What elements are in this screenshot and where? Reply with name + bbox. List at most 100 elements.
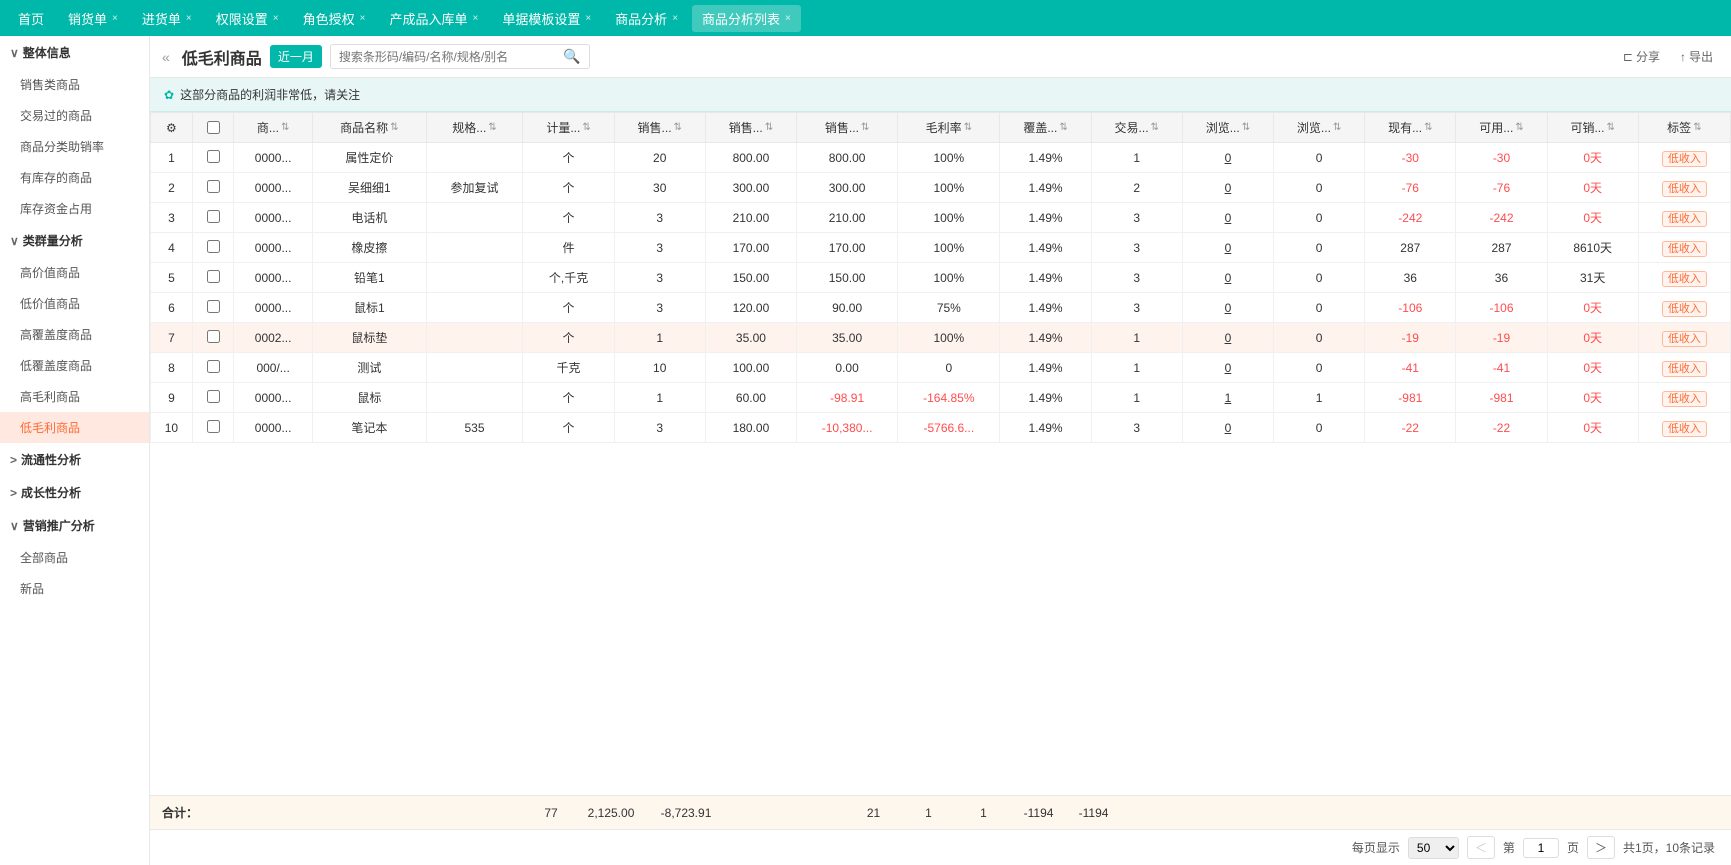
table-cell-check[interactable] <box>192 263 233 293</box>
table-cell-check[interactable] <box>192 353 233 383</box>
col-header-settings[interactable]: ⚙ <box>151 113 193 143</box>
col-header-sales_qty[interactable]: 销售...⇅ <box>614 113 705 143</box>
table-cell-check[interactable] <box>192 383 233 413</box>
table-cell-views1[interactable]: 0 <box>1182 143 1273 173</box>
table-cell-views1[interactable]: 0 <box>1182 323 1273 353</box>
col-header-views2[interactable]: 浏览...⇅ <box>1274 113 1365 143</box>
sidebar-group-成长性分析[interactable]: >成长性分析 <box>0 476 149 509</box>
sidebar-item-商品分类助销率[interactable]: 商品分类助销率 <box>0 131 149 162</box>
sidebar-item-低覆盖度商品[interactable]: 低覆盖度商品 <box>0 350 149 381</box>
table-cell-views1[interactable]: 0 <box>1182 173 1273 203</box>
sidebar-item-交易过的商品[interactable]: 交易过的商品 <box>0 100 149 131</box>
sidebar-item-新品[interactable]: 新品 <box>0 573 149 604</box>
sort-icon-saleable[interactable]: ⇅ <box>1606 122 1614 133</box>
views-link[interactable]: 1 <box>1225 391 1232 405</box>
collapse-sidebar-btn[interactable]: « <box>162 49 170 65</box>
table-cell-check[interactable] <box>192 293 233 323</box>
views-link[interactable]: 0 <box>1225 271 1232 285</box>
sidebar-item-有库存的商品[interactable]: 有库存的商品 <box>0 162 149 193</box>
col-header-available[interactable]: 可用...⇅ <box>1456 113 1547 143</box>
nav-item-角色授权[interactable]: 角色授权× <box>293 5 376 32</box>
views-link[interactable]: 0 <box>1225 331 1232 345</box>
table-cell-views1[interactable]: 0 <box>1182 293 1273 323</box>
sidebar-item-高覆盖度商品[interactable]: 高覆盖度商品 <box>0 319 149 350</box>
col-header-saleable[interactable]: 可销...⇅ <box>1547 113 1638 143</box>
nav-close-icon[interactable]: × <box>585 13 591 24</box>
col-header-trade[interactable]: 交易...⇅ <box>1091 113 1182 143</box>
sort-icon-code[interactable]: ⇅ <box>281 122 289 133</box>
col-header-name[interactable]: 商品名称⇅ <box>313 113 426 143</box>
nav-close-icon[interactable]: × <box>112 13 118 24</box>
row-checkbox[interactable] <box>207 240 220 253</box>
row-checkbox[interactable] <box>207 390 220 403</box>
nav-item-单据模板设置[interactable]: 单据模板设置× <box>492 5 601 32</box>
nav-item-销货单[interactable]: 销货单× <box>58 5 128 32</box>
sort-icon-sales_amount[interactable]: ⇅ <box>765 122 773 133</box>
col-header-current_stock[interactable]: 现有...⇅ <box>1365 113 1456 143</box>
sort-icon-sales_profit[interactable]: ⇅ <box>861 122 869 133</box>
row-checkbox[interactable] <box>207 270 220 283</box>
next-page-button[interactable]: ＞ <box>1587 836 1615 859</box>
table-cell-check[interactable] <box>192 323 233 353</box>
sidebar-group-整体信息[interactable]: ∨整体信息 <box>0 36 149 69</box>
sidebar-item-库存资金占用[interactable]: 库存资金占用 <box>0 193 149 224</box>
sidebar-item-销售类商品[interactable]: 销售类商品 <box>0 69 149 100</box>
table-cell-views1[interactable]: 0 <box>1182 353 1273 383</box>
nav-close-icon[interactable]: × <box>186 13 192 24</box>
col-header-check[interactable] <box>192 113 233 143</box>
nav-item-权限设置[interactable]: 权限设置× <box>206 5 289 32</box>
row-checkbox[interactable] <box>207 300 220 313</box>
table-cell-check[interactable] <box>192 233 233 263</box>
row-checkbox[interactable] <box>207 360 220 373</box>
col-header-gross_rate[interactable]: 毛利率⇅ <box>898 113 1000 143</box>
row-checkbox[interactable] <box>207 330 220 343</box>
sidebar-group-类群量分析[interactable]: ∨类群量分析 <box>0 224 149 257</box>
page-number-input[interactable] <box>1523 838 1559 858</box>
col-header-unit[interactable]: 计量...⇅ <box>523 113 614 143</box>
export-button[interactable]: ↑ 导出 <box>1674 45 1719 68</box>
share-button[interactable]: ⊏ 分享 <box>1617 45 1666 68</box>
sidebar-item-全部商品[interactable]: 全部商品 <box>0 542 149 573</box>
row-checkbox[interactable] <box>207 150 220 163</box>
sort-icon-available[interactable]: ⇅ <box>1515 122 1523 133</box>
sidebar-group-流通性分析[interactable]: >流通性分析 <box>0 443 149 476</box>
sort-icon-views2[interactable]: ⇅ <box>1333 122 1341 133</box>
views-link[interactable]: 0 <box>1225 241 1232 255</box>
col-header-sales_amount[interactable]: 销售...⇅ <box>705 113 796 143</box>
col-header-tag[interactable]: 标签⇅ <box>1638 113 1730 143</box>
views-link[interactable]: 0 <box>1225 361 1232 375</box>
col-header-sales_profit[interactable]: 销售...⇅ <box>797 113 898 143</box>
views-link[interactable]: 0 <box>1225 211 1232 225</box>
table-cell-views1[interactable]: 0 <box>1182 413 1273 443</box>
sort-icon-trade[interactable]: ⇅ <box>1151 122 1159 133</box>
col-header-views1[interactable]: 浏览...⇅ <box>1182 113 1273 143</box>
table-cell-check[interactable] <box>192 203 233 233</box>
page-size-select[interactable]: 50 100 <box>1408 837 1459 859</box>
col-header-spec[interactable]: 规格...⇅ <box>426 113 523 143</box>
prev-page-button[interactable]: ＜ <box>1467 836 1495 859</box>
select-all-checkbox[interactable] <box>207 121 220 134</box>
sort-icon-coverage[interactable]: ⇅ <box>1059 122 1067 133</box>
nav-close-icon[interactable]: × <box>472 13 478 24</box>
sort-icon-sales_qty[interactable]: ⇅ <box>674 122 682 133</box>
nav-close-icon[interactable]: × <box>360 13 366 24</box>
table-cell-views1[interactable]: 0 <box>1182 203 1273 233</box>
table-cell-check[interactable] <box>192 173 233 203</box>
table-cell-check[interactable] <box>192 143 233 173</box>
sort-icon-views1[interactable]: ⇅ <box>1242 122 1250 133</box>
row-checkbox[interactable] <box>207 210 220 223</box>
col-header-coverage[interactable]: 覆盖...⇅ <box>1000 113 1091 143</box>
table-cell-views1[interactable]: 1 <box>1182 383 1273 413</box>
table-cell-check[interactable] <box>192 413 233 443</box>
views-link[interactable]: 0 <box>1225 181 1232 195</box>
nav-item-产成品入库单[interactable]: 产成品入库单× <box>379 5 488 32</box>
nav-item-商品分析列表[interactable]: 商品分析列表× <box>692 5 801 32</box>
nav-close-icon[interactable]: × <box>672 13 678 24</box>
sort-icon-current_stock[interactable]: ⇅ <box>1424 122 1432 133</box>
nav-close-icon[interactable]: × <box>785 13 791 24</box>
row-checkbox[interactable] <box>207 420 220 433</box>
sidebar-item-高价值商品[interactable]: 高价值商品 <box>0 257 149 288</box>
table-cell-views1[interactable]: 0 <box>1182 263 1273 293</box>
period-button[interactable]: 近一月 <box>270 45 322 68</box>
sidebar-group-营销推广分析[interactable]: ∨营销推广分析 <box>0 509 149 542</box>
